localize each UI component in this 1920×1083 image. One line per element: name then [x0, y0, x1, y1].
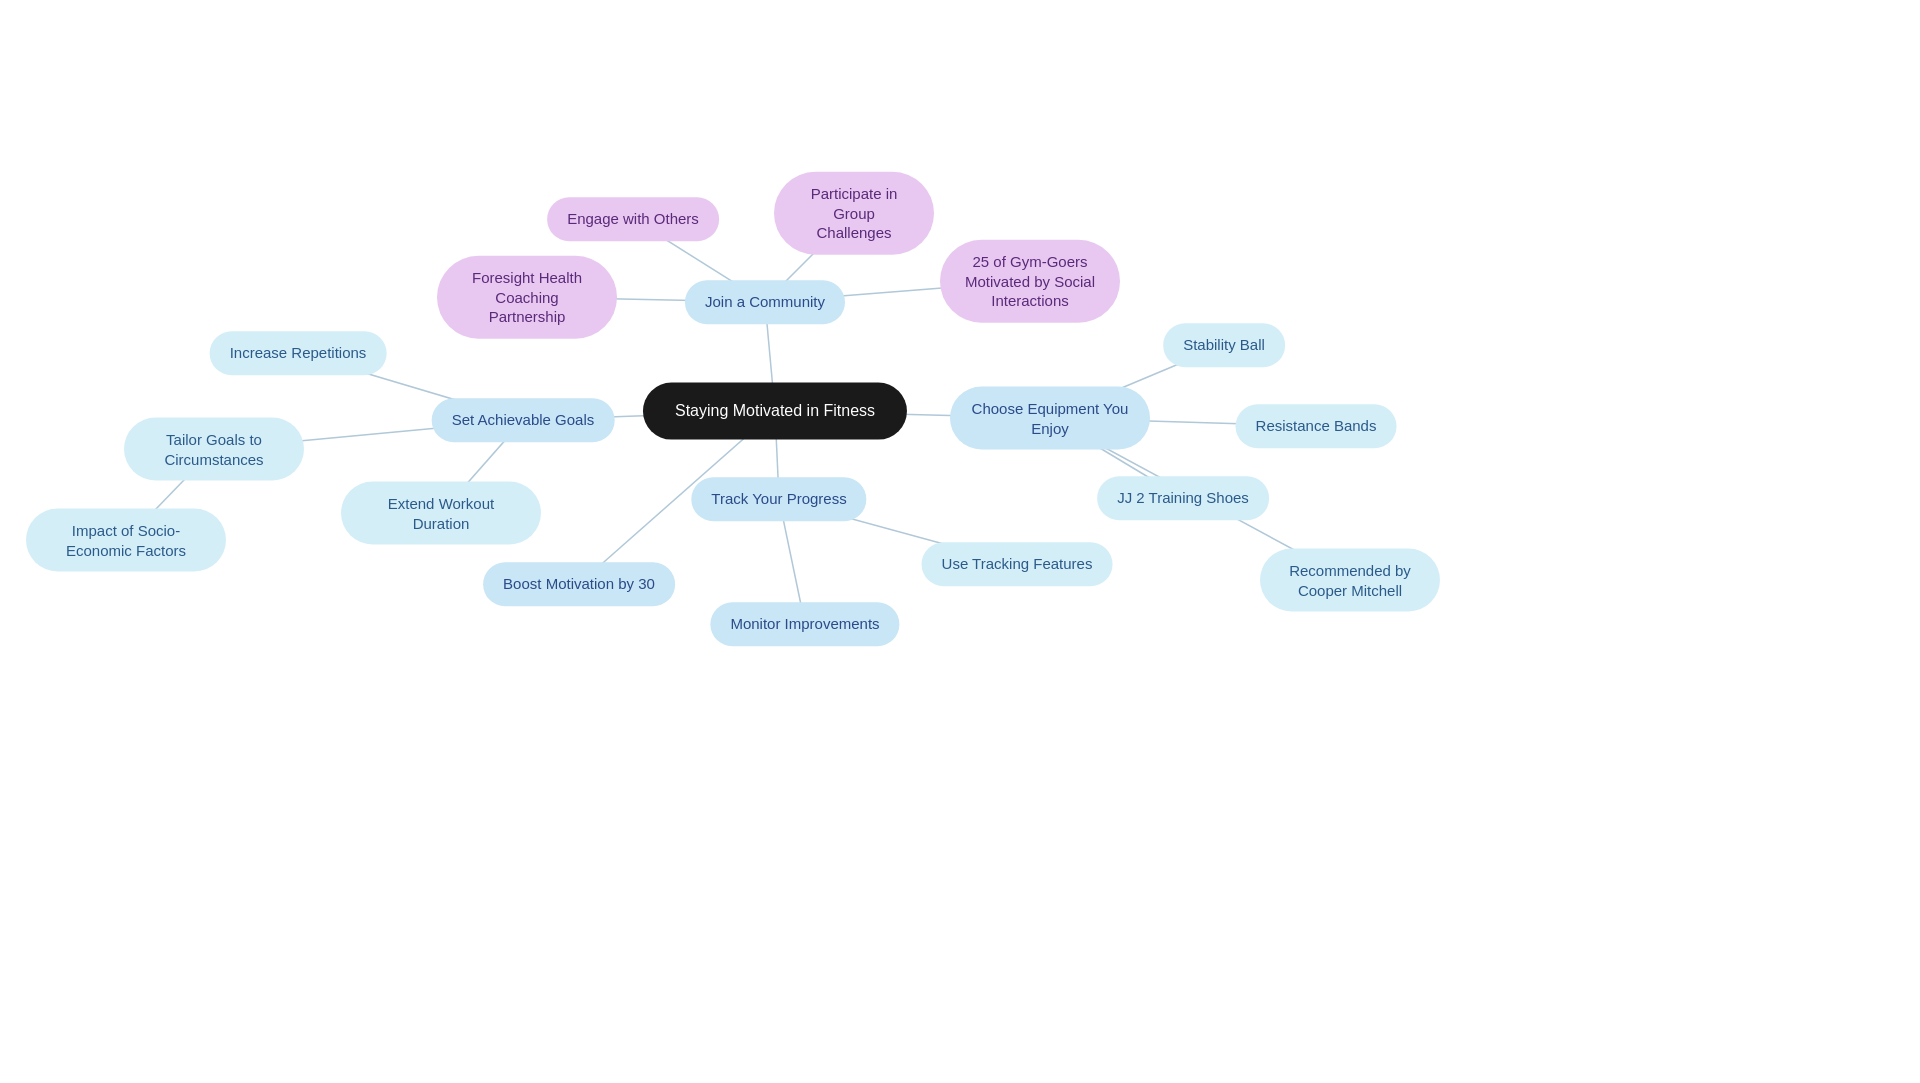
node-boost-motivation[interactable]: Boost Motivation by 30 [483, 562, 675, 606]
mindmap-container: Staying Motivated in Fitness Join a Comm… [0, 0, 1920, 1083]
node-recommended-cooper[interactable]: Recommended by Cooper Mitchell [1260, 549, 1440, 612]
node-extend-workout[interactable]: Extend Workout Duration [341, 482, 541, 545]
node-engage-others[interactable]: Engage with Others [547, 197, 719, 241]
node-resistance-bands[interactable]: Resistance Bands [1236, 404, 1397, 448]
node-foresight[interactable]: Foresight Health Coaching Partnership [437, 256, 617, 339]
node-impact-socio[interactable]: Impact of Socio-Economic Factors [26, 509, 226, 572]
node-tailor-goals[interactable]: Tailor Goals to Circumstances [124, 418, 304, 481]
node-join-community[interactable]: Join a Community [685, 280, 845, 324]
node-25-gym[interactable]: 25 of Gym-Goers Motivated by Social Inte… [940, 240, 1120, 323]
node-center[interactable]: Staying Motivated in Fitness [643, 383, 907, 440]
node-choose-equipment[interactable]: Choose Equipment You Enjoy [950, 387, 1150, 450]
node-participate-group[interactable]: Participate in Group Challenges [774, 172, 934, 255]
node-stability-ball[interactable]: Stability Ball [1163, 323, 1285, 367]
node-monitor-improvements[interactable]: Monitor Improvements [710, 602, 899, 646]
node-use-tracking[interactable]: Use Tracking Features [922, 542, 1113, 586]
node-increase-reps[interactable]: Increase Repetitions [210, 331, 387, 375]
node-set-goals[interactable]: Set Achievable Goals [432, 398, 615, 442]
node-track-progress[interactable]: Track Your Progress [691, 477, 866, 521]
node-jj2-shoes[interactable]: JJ 2 Training Shoes [1097, 476, 1269, 520]
